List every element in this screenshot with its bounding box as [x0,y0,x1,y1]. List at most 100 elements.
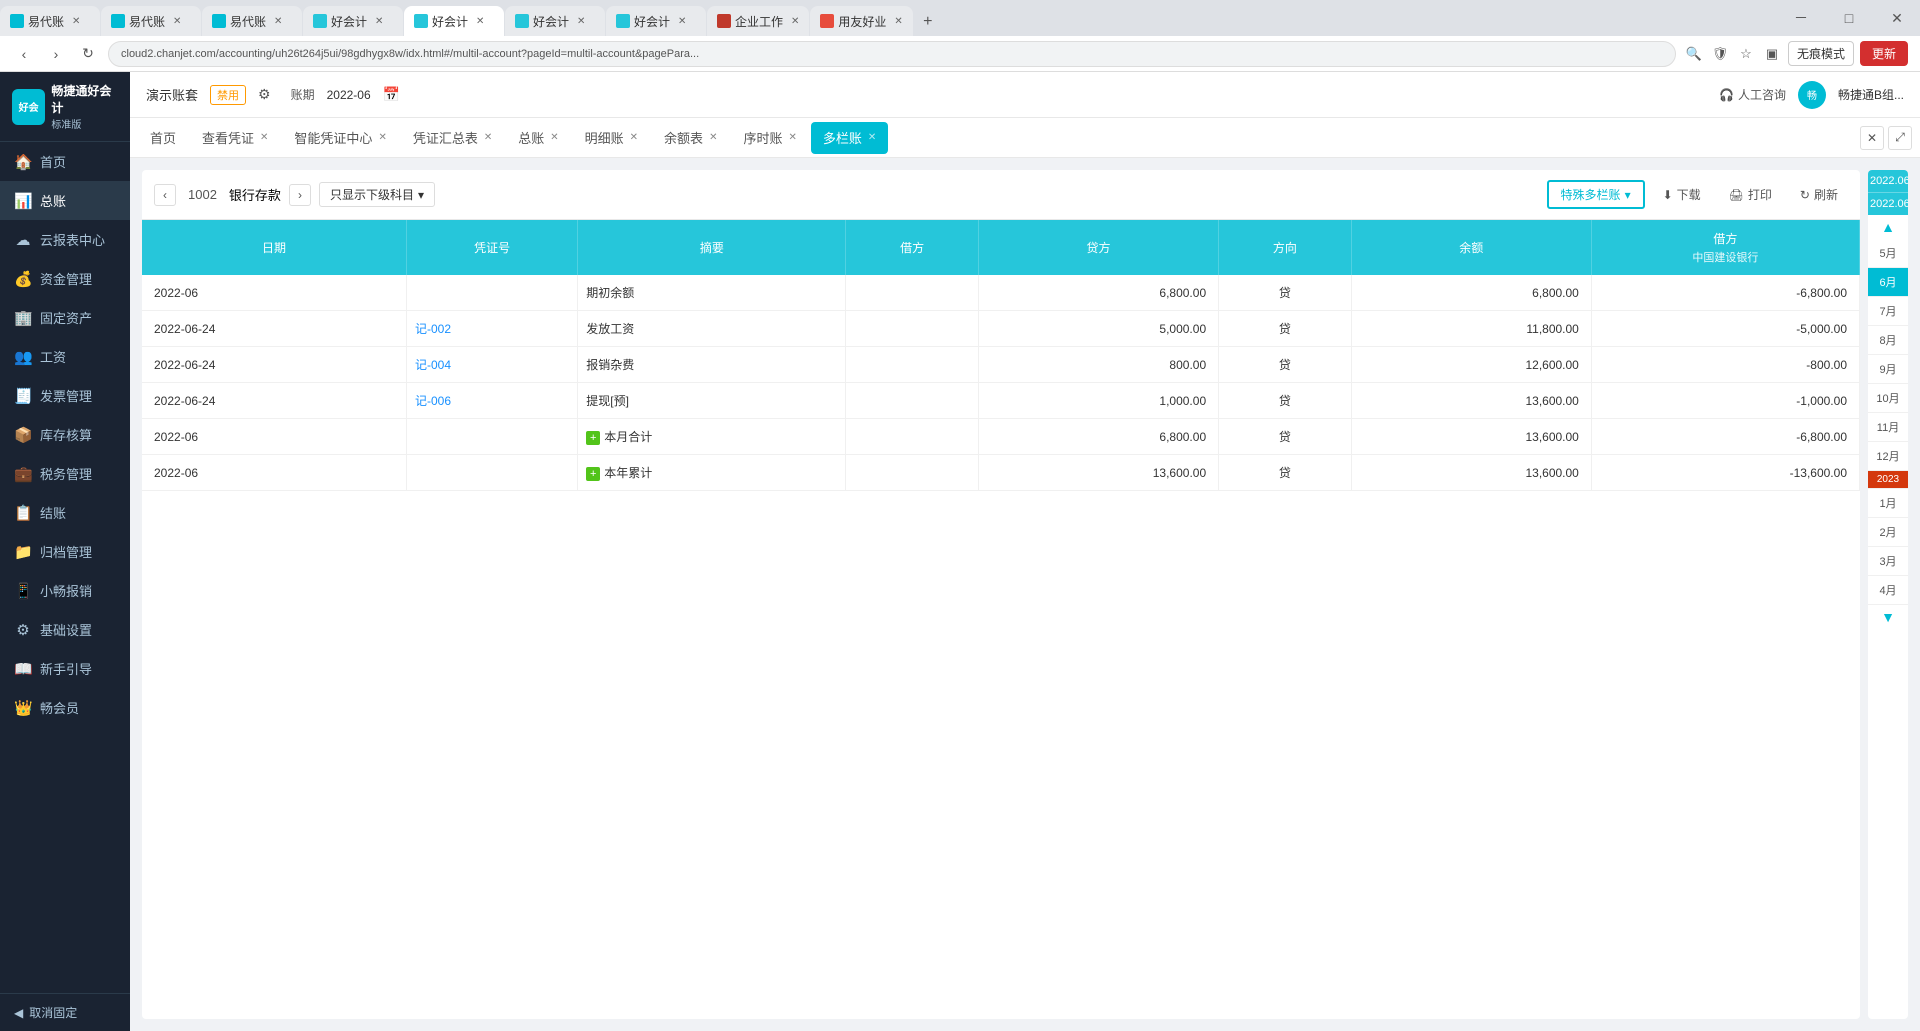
tab-close-6[interactable]: ✕ [577,16,585,27]
sidebar-item-ledger[interactable]: 📊 总账 [0,181,130,220]
time-item-nov[interactable]: 11月 [1868,413,1908,442]
tab-close-3[interactable]: ✕ [274,16,282,27]
sidebar-item-asset[interactable]: 🏢 固定资产 [0,298,130,337]
tab-voucher-summary[interactable]: 凭证汇总表 ✕ [401,122,504,154]
header-settings-icon[interactable]: ⚙ [258,86,271,103]
search-icon[interactable]: 🔍 [1684,44,1704,64]
tab-close-voucher-summary[interactable]: ✕ [484,132,492,143]
time-item-aug[interactable]: 8月 [1868,326,1908,355]
tab-close-general-ledger[interactable]: ✕ [550,132,558,143]
table-row: 2022-06 +本年累计 13,600.00 贷 13,600.00 -13,… [142,455,1860,491]
tab-close-journal[interactable]: ✕ [788,132,796,143]
time-item-jul[interactable]: 7月 [1868,297,1908,326]
tab-close-detail-ledger[interactable]: ✕ [630,132,638,143]
sidebar-toggle-icon[interactable]: ▣ [1762,44,1782,64]
multi-col-type-button[interactable]: 特殊多栏账 ▾ [1547,180,1645,209]
demo-badge-button[interactable]: 禁用 [210,85,246,105]
url-input[interactable]: cloud2.chanjet.com/accounting/uh26t264j5… [108,41,1676,67]
close-button[interactable]: ✕ [1874,0,1920,36]
forward-button[interactable]: › [44,42,68,66]
sidebar-item-cloud[interactable]: ☁ 云报表中心 [0,220,130,259]
sidebar-item-guide[interactable]: 📖 新手引导 [0,649,130,688]
minimize-button[interactable]: － [1778,0,1824,36]
tab-balance-sheet[interactable]: 余额表 ✕ [652,122,729,154]
browser-tab-3[interactable]: 易代账 ✕ [202,6,302,36]
tab-close-multi-col[interactable]: ✕ [868,132,876,143]
browser-tab-7[interactable]: 好会计 ✕ [606,6,706,36]
maximize-button[interactable]: □ [1826,0,1872,36]
time-item-mar[interactable]: 3月 [1868,547,1908,576]
time-item-jun[interactable]: 6月 [1868,268,1908,297]
back-button[interactable]: ‹ [12,42,36,66]
account-name: 银行存款 [229,185,281,204]
voucher-link-3[interactable]: 记-006 [415,394,451,408]
time-item-feb[interactable]: 2月 [1868,518,1908,547]
next-account-button[interactable]: › [289,184,311,206]
voucher-link-1[interactable]: 记-002 [415,322,451,336]
tab-detail-ledger[interactable]: 明细账 ✕ [573,122,650,154]
tab-view-voucher[interactable]: 查看凭证 ✕ [190,122,280,154]
update-button[interactable]: 更新 [1860,41,1908,66]
tab-home[interactable]: 首页 [138,122,188,154]
tab-close-9[interactable]: ✕ [894,16,902,27]
browser-tab-6[interactable]: 好会计 ✕ [505,6,605,36]
browser-tab-5[interactable]: 好会计 ✕ [404,6,504,36]
sidebar-item-fund[interactable]: 💰 资金管理 [0,259,130,298]
service-button[interactable]: 🎧 人工咨询 [1719,86,1786,103]
sidebar-item-tax[interactable]: 💼 税务管理 [0,454,130,493]
time-scroll-down[interactable]: ▼ [1868,605,1908,629]
tab-close-balance-sheet[interactable]: ✕ [709,132,717,143]
sidebar-item-home[interactable]: 🏠 首页 [0,142,130,181]
voucher-link-2[interactable]: 记-004 [415,358,451,372]
time-scroll-up[interactable]: ▲ [1868,215,1908,239]
tab-multi-col[interactable]: 多栏账 ✕ [811,122,888,154]
sidebar-item-member[interactable]: 👑 畅会员 [0,688,130,727]
sidebar-item-archive[interactable]: 📁 归档管理 [0,532,130,571]
browser-tab-1[interactable]: 易代账 ✕ [0,6,100,36]
prev-account-button[interactable]: ‹ [154,184,176,206]
tab-close-7[interactable]: ✕ [678,16,686,27]
sidebar-item-inventory[interactable]: 📦 库存核算 [0,415,130,454]
tab-close-smart-voucher[interactable]: ✕ [378,132,386,143]
print-button[interactable]: 🖨 打印 [1719,182,1782,207]
tab-general-ledger[interactable]: 总账 ✕ [506,122,570,154]
cell-voucher-1[interactable]: 记-002 [406,311,577,347]
cell-voucher-2[interactable]: 记-004 [406,347,577,383]
time-item-may[interactable]: 5月 [1868,239,1908,268]
tab-collapse-button[interactable]: ✕ [1860,126,1884,150]
shield-icon[interactable]: 🛡 [1710,44,1730,64]
tab-smart-voucher[interactable]: 智能凭证中心 ✕ [282,122,398,154]
sidebar-item-close[interactable]: 📋 结账 [0,493,130,532]
sidebar-item-expense[interactable]: 📱 小畅报销 [0,571,130,610]
tab-close-2[interactable]: ✕ [173,16,181,27]
sidebar-item-payroll[interactable]: 👥 工资 [0,337,130,376]
tab-expand-button[interactable]: ⤢ [1888,126,1912,150]
browser-tab-4[interactable]: 好会计 ✕ [303,6,403,36]
tab-close-8[interactable]: ✕ [791,16,799,27]
reload-button[interactable]: ↻ [76,42,100,66]
cell-voucher-3[interactable]: 记-006 [406,383,577,419]
browser-tab-2[interactable]: 易代账 ✕ [101,6,201,36]
tab-close-5[interactable]: ✕ [476,16,484,27]
new-tab-button[interactable]: + [914,8,942,36]
sub-account-filter-button[interactable]: 只显示下级科目 ▾ [319,182,435,207]
time-item-jan[interactable]: 1月 [1868,489,1908,518]
browser-tab-9[interactable]: 用友好业 ✕ [810,6,912,36]
star-icon[interactable]: ☆ [1736,44,1756,64]
tab-close-1[interactable]: ✕ [72,16,80,27]
time-item-sep[interactable]: 9月 [1868,355,1908,384]
time-item-apr[interactable]: 4月 [1868,576,1908,605]
browser-tab-8[interactable]: 企业工作 ✕ [707,6,809,36]
tab-close-4[interactable]: ✕ [375,16,383,27]
refresh-button[interactable]: ↻ 刷新 [1790,182,1848,207]
tab-journal[interactable]: 序时账 ✕ [731,122,808,154]
sidebar-pin-toggle[interactable]: ◀ 取消固定 [0,993,130,1031]
sidebar-item-invoice[interactable]: 🧾 发票管理 [0,376,130,415]
tab-close-view-voucher[interactable]: ✕ [260,132,268,143]
time-item-dec[interactable]: 12月 [1868,442,1908,471]
download-button[interactable]: ⬇ 下载 [1653,182,1711,207]
sidebar-item-settings[interactable]: ⚙ 基础设置 [0,610,130,649]
calendar-icon[interactable]: 📅 [383,86,400,103]
notrack-button[interactable]: 无痕模式 [1788,41,1854,66]
time-item-oct[interactable]: 10月 [1868,384,1908,413]
